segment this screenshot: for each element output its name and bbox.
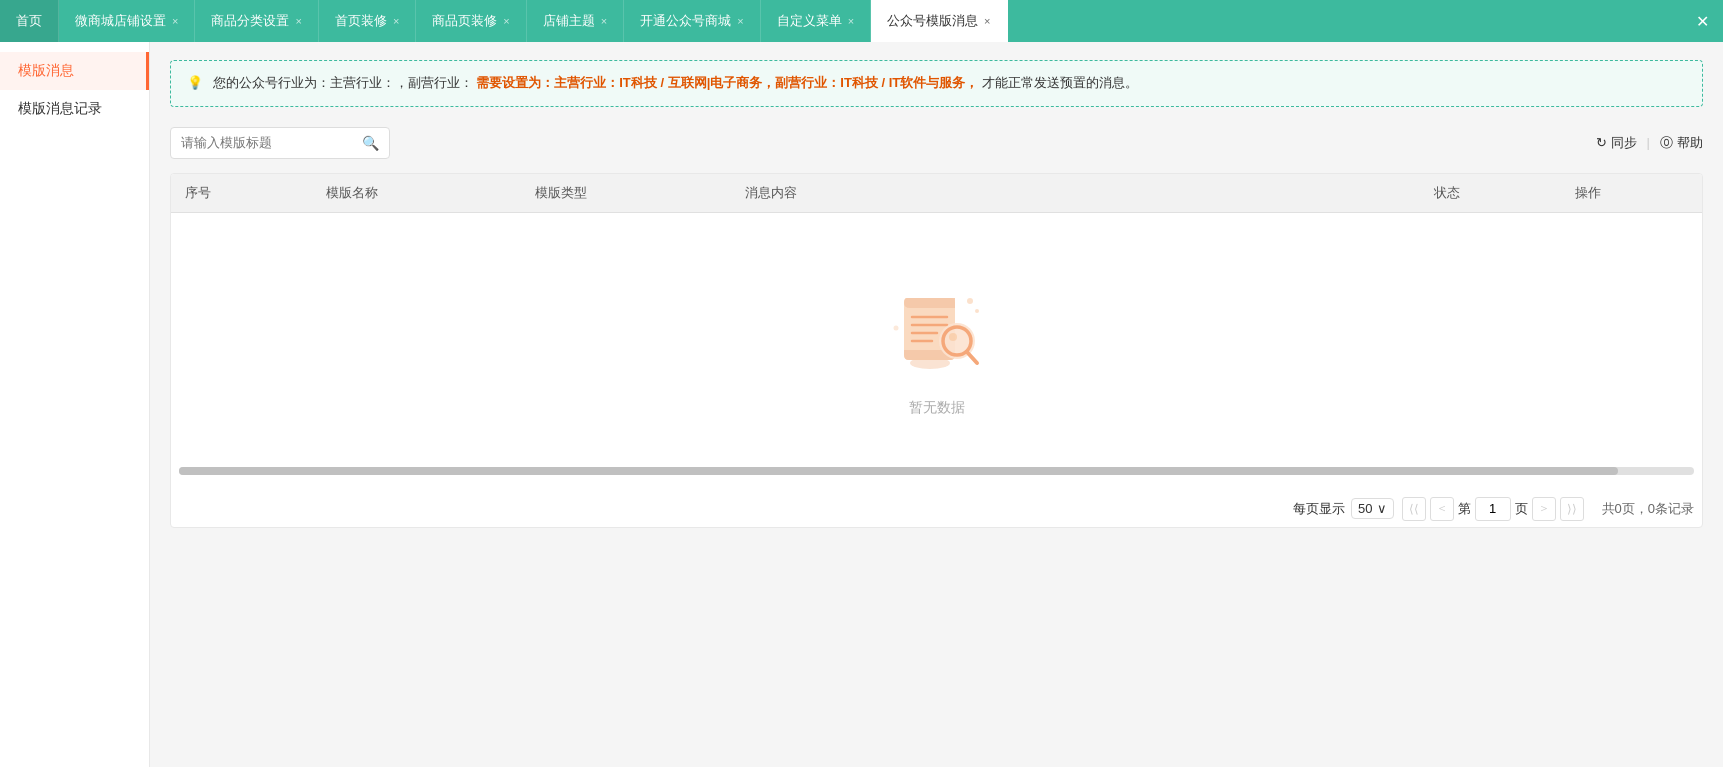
nav-wshop-label: 微商城店铺设置 — [75, 12, 166, 30]
svg-point-10 — [975, 309, 979, 313]
nav-open-public-mall-label: 开通公众号商城 — [640, 12, 731, 30]
table-header: 序号 模版名称 模版类型 消息内容 状态 操作 — [171, 174, 1702, 213]
svg-point-9 — [967, 298, 973, 304]
sync-icon: ↻ — [1596, 135, 1607, 150]
nav-shop-theme[interactable]: 店铺主题 × — [527, 0, 624, 42]
help-label: 帮助 — [1677, 134, 1703, 152]
close-all-button[interactable]: ✕ — [1682, 12, 1723, 31]
horizontal-scrollbar[interactable] — [179, 467, 1694, 475]
prev-page-button[interactable]: ＜ — [1430, 497, 1454, 521]
search-actions: ↻ 同步 | ⓪ 帮助 — [1596, 134, 1703, 152]
search-input[interactable] — [181, 135, 362, 150]
sidebar-item-template-message[interactable]: 模版消息 — [0, 52, 149, 90]
nav-product-decoration[interactable]: 商品页装修 × — [416, 0, 526, 42]
sync-button[interactable]: ↻ 同步 — [1596, 134, 1637, 152]
nav-shop-theme-label: 店铺主题 — [543, 12, 595, 30]
empty-text: 暂无数据 — [909, 399, 965, 417]
page-number-input[interactable] — [1475, 497, 1511, 521]
top-nav: 首页 微商城店铺设置 × 商品分类设置 × 首页装修 × 商品页装修 × 店铺主… — [0, 0, 1723, 42]
chevron-down-icon: ∨ — [1377, 501, 1387, 516]
sidebar-template-message-label: 模版消息 — [18, 62, 74, 78]
close-icon[interactable]: × — [393, 15, 399, 27]
notice-icon: 💡 — [187, 75, 203, 90]
page-size-value: 50 — [1358, 501, 1372, 516]
close-icon[interactable]: × — [295, 15, 301, 27]
page-nav: ⟨⟨ ＜ 第 页 ＞ ⟩⟩ — [1402, 497, 1584, 521]
col-name: 模版名称 — [312, 174, 521, 213]
nav-template-message-label: 公众号模版消息 — [887, 12, 978, 30]
close-icon[interactable]: × — [503, 15, 509, 27]
svg-point-11 — [893, 325, 898, 330]
nav-homepage-label: 首页装修 — [335, 12, 387, 30]
notice-suffix: 才能正常发送预置的消息。 — [982, 75, 1138, 90]
total-info: 共0页，0条记录 — [1602, 500, 1694, 518]
nav-product-decoration-label: 商品页装修 — [432, 12, 497, 30]
last-page-button[interactable]: ⟩⟩ — [1560, 497, 1584, 521]
sync-label: 同步 — [1611, 134, 1637, 152]
close-icon[interactable]: × — [737, 15, 743, 27]
table-container: 序号 模版名称 模版类型 消息内容 状态 操作 — [170, 173, 1703, 528]
data-table: 序号 模版名称 模版类型 消息内容 状态 操作 — [171, 174, 1702, 457]
notice-highlight: 需要设置为：主营行业：IT科技 / 互联网|电子商务，副营行业：IT科技 / I… — [476, 75, 978, 90]
next-page-button[interactable]: ＞ — [1532, 497, 1556, 521]
nav-homepage-decoration[interactable]: 首页装修 × — [319, 0, 416, 42]
page-size-label: 每页显示 — [1293, 500, 1345, 518]
close-icon[interactable]: × — [984, 15, 990, 27]
nav-wshop-settings[interactable]: 微商城店铺设置 × — [59, 0, 195, 42]
search-bar: 🔍 ↻ 同步 | ⓪ 帮助 — [170, 127, 1703, 159]
empty-state: 暂无数据 — [171, 213, 1702, 457]
col-action: 操作 — [1561, 174, 1702, 213]
scrollbar-area — [171, 457, 1702, 487]
close-icon[interactable]: × — [848, 15, 854, 27]
sidebar-item-template-record[interactable]: 模版消息记录 — [0, 90, 149, 128]
nav-home-label: 首页 — [16, 12, 42, 30]
table-body: 暂无数据 — [171, 212, 1702, 457]
help-button[interactable]: ⓪ 帮助 — [1660, 134, 1703, 152]
sidebar-template-record-label: 模版消息记录 — [18, 100, 102, 116]
notice-box: 💡 您的公众号行业为：主营行业：，副营行业： 需要设置为：主营行业：IT科技 /… — [170, 60, 1703, 107]
page-size-select: 每页显示 50 ∨ — [1293, 498, 1393, 519]
divider: | — [1647, 135, 1650, 150]
pagination: 每页显示 50 ∨ ⟨⟨ ＜ 第 页 ＞ ⟩⟩ — [171, 487, 1702, 527]
search-input-wrap[interactable]: 🔍 — [170, 127, 390, 159]
notice-prefix: 您的公众号行业为：主营行业：，副营行业： — [213, 75, 473, 90]
nav-product-category[interactable]: 商品分类设置 × — [195, 0, 318, 42]
nav-custom-menu[interactable]: 自定义菜单 × — [761, 0, 871, 42]
first-page-button[interactable]: ⟨⟨ — [1402, 497, 1426, 521]
col-status: 状态 — [1420, 174, 1561, 213]
svg-point-8 — [949, 333, 957, 341]
page-input-wrap: 第 页 — [1458, 497, 1528, 521]
content-area: 💡 您的公众号行业为：主营行业：，副营行业： 需要设置为：主营行业：IT科技 /… — [150, 42, 1723, 767]
nav-open-public-mall[interactable]: 开通公众号商城 × — [624, 0, 760, 42]
col-index: 序号 — [171, 174, 312, 213]
goto-suffix: 页 — [1515, 500, 1528, 518]
col-type: 模版类型 — [521, 174, 730, 213]
col-content: 消息内容 — [731, 174, 1420, 213]
svg-line-7 — [967, 352, 977, 363]
main-layout: 模版消息 模版消息记录 💡 您的公众号行业为：主营行业：，副营行业： 需要设置为… — [0, 42, 1723, 767]
page-size-dropdown[interactable]: 50 ∨ — [1351, 498, 1393, 519]
scrollbar-thumb — [179, 467, 1618, 475]
nav-template-message[interactable]: 公众号模版消息 × — [871, 0, 1007, 42]
search-icon[interactable]: 🔍 — [362, 135, 379, 151]
empty-illustration — [882, 273, 992, 383]
nav-product-category-label: 商品分类设置 — [211, 12, 289, 30]
goto-prefix: 第 — [1458, 500, 1471, 518]
close-icon[interactable]: × — [601, 15, 607, 27]
help-icon: ⓪ — [1660, 134, 1673, 152]
sidebar: 模版消息 模版消息记录 — [0, 42, 150, 767]
nav-custom-menu-label: 自定义菜单 — [777, 12, 842, 30]
close-icon[interactable]: × — [172, 15, 178, 27]
nav-home[interactable]: 首页 — [0, 0, 59, 42]
